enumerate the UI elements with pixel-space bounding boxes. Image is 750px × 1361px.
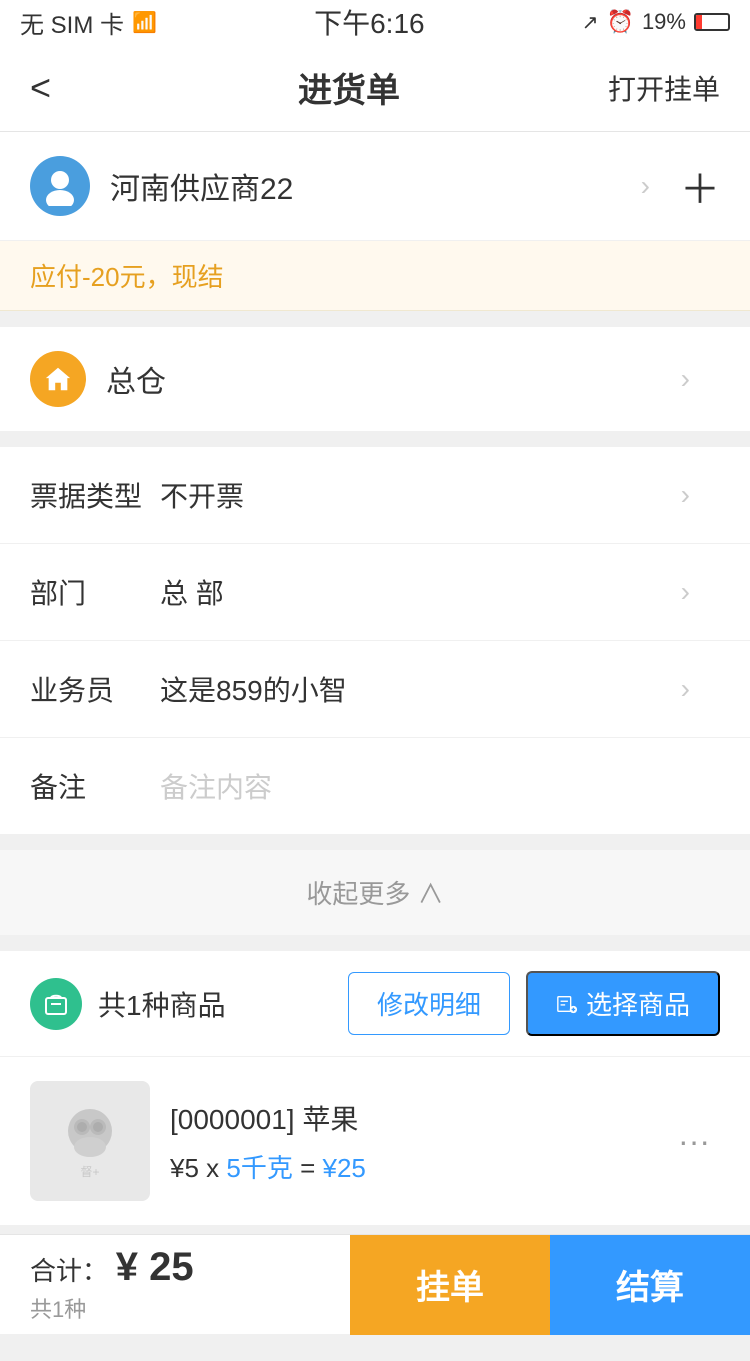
home-icon <box>44 365 72 393</box>
invoice-value: 不开票 <box>150 475 681 515</box>
bottom-bar: 合计： ¥ 25 共1种 挂单 结算 <box>0 1234 750 1334</box>
page-title: 进货单 <box>298 63 400 112</box>
product-total: ¥25 <box>323 1153 366 1183</box>
dept-value: 总 部 <box>150 572 681 612</box>
invoice-row[interactable]: 票据类型 不开票 › <box>0 447 750 544</box>
product-code: [0000001] <box>170 1104 295 1135</box>
products-icon <box>30 978 82 1030</box>
total-section: 合计： ¥ 25 共1种 <box>0 1245 350 1324</box>
supplier-name: 河南供应商22 <box>110 164 641 208</box>
total-amount: ¥ 25 <box>116 1245 194 1289</box>
sales-row[interactable]: 业务员 这是859的小智 › <box>0 641 750 738</box>
products-count: 共1种商品 <box>98 984 348 1024</box>
warehouse-name: 总仓 <box>106 357 681 401</box>
warehouse-row[interactable]: 总仓 › <box>0 327 750 431</box>
invoice-label: 票据类型 <box>30 475 150 515</box>
total-count: 共1种 <box>30 1292 320 1324</box>
product-thumbnail: 督+ <box>30 1081 150 1201</box>
product-info: [0000001] 苹果 ¥5 x 5千克 = ¥25 <box>170 1098 668 1185</box>
products-header: 共1种商品 修改明细 选择商品 <box>0 951 750 1057</box>
select-product-label: 选择商品 <box>586 985 690 1022</box>
product-name: [0000001] 苹果 <box>170 1098 668 1138</box>
collapse-button[interactable]: 收起更多 ∧ <box>0 850 750 935</box>
collapse-label: 收起更多 ∧ <box>306 874 443 911</box>
person-icon <box>40 166 80 206</box>
hang-button[interactable]: 挂单 <box>350 1235 550 1335</box>
add-supplier-button[interactable]: ＋ <box>680 157 720 215</box>
total-row: 合计： ¥ 25 <box>30 1245 320 1290</box>
note-input[interactable]: 备注内容 <box>150 766 720 806</box>
dept-label: 部门 <box>30 572 150 612</box>
dept-row[interactable]: 部门 总 部 › <box>0 544 750 641</box>
supplier-row[interactable]: 河南供应商22 › ＋ <box>0 132 750 241</box>
select-product-icon <box>556 993 578 1015</box>
warehouse-chevron-icon: › <box>681 363 690 395</box>
location-icon: ↗ <box>582 10 599 35</box>
warehouse-section: 总仓 › <box>0 327 750 431</box>
select-product-button[interactable]: 选择商品 <box>526 971 720 1036</box>
product-title: 苹果 <box>302 1104 358 1135</box>
checkout-button[interactable]: 结算 <box>550 1235 750 1335</box>
total-label: 合计： <box>30 1256 108 1286</box>
edit-detail-button[interactable]: 修改明细 <box>348 972 510 1035</box>
carrier-text: 无 SIM 卡 <box>20 5 124 40</box>
owl-placeholder-icon: 督+ <box>50 1101 130 1181</box>
battery-icon <box>694 13 730 31</box>
sales-label: 业务员 <box>30 669 150 709</box>
price-equals: = <box>300 1153 322 1183</box>
wifi-icon: 📶 <box>132 10 157 35</box>
status-left: 无 SIM 卡 📶 <box>20 5 157 40</box>
product-price: ¥5 x 5千克 = ¥25 <box>170 1148 668 1185</box>
price-multiply: x <box>206 1153 226 1183</box>
price-base: ¥5 <box>170 1153 199 1183</box>
warning-banner: 应付-20元，现结 <box>0 241 750 311</box>
status-right: ↗ ⏰ 19% <box>582 9 730 35</box>
supplier-avatar <box>30 156 90 216</box>
battery-text: 19% <box>642 9 686 35</box>
supplier-chevron-icon: › <box>641 170 650 202</box>
sales-value: 这是859的小智 <box>150 669 681 709</box>
supplier-section: 河南供应商22 › ＋ 应付-20元，现结 <box>0 132 750 311</box>
warehouse-icon <box>30 351 86 407</box>
note-row[interactable]: 备注 备注内容 <box>0 738 750 834</box>
status-time: 下午6:16 <box>314 2 425 42</box>
svg-text:督+: 督+ <box>80 1164 99 1179</box>
sales-chevron-icon: › <box>681 673 690 705</box>
note-label: 备注 <box>30 766 150 806</box>
form-section: 票据类型 不开票 › 部门 总 部 › 业务员 这是859的小智 › 备注 备注… <box>0 447 750 834</box>
product-qty: 5千克 <box>226 1153 292 1183</box>
products-section: 共1种商品 修改明细 选择商品 督+ <box>0 951 750 1225</box>
status-bar: 无 SIM 卡 📶 下午6:16 ↗ ⏰ 19% <box>0 0 750 44</box>
open-hang-button[interactable]: 打开挂单 <box>608 68 720 108</box>
product-more-button[interactable]: ··· <box>668 1113 720 1170</box>
nav-bar: < 进货单 打开挂单 <box>0 44 750 132</box>
product-item: 督+ [0000001] 苹果 ¥5 x 5千克 = ¥25 ··· <box>0 1057 750 1225</box>
invoice-chevron-icon: › <box>681 479 690 511</box>
dept-chevron-icon: › <box>681 576 690 608</box>
cart-icon <box>42 990 70 1018</box>
back-button[interactable]: < <box>30 67 90 109</box>
alarm-icon: ⏰ <box>607 9 634 35</box>
